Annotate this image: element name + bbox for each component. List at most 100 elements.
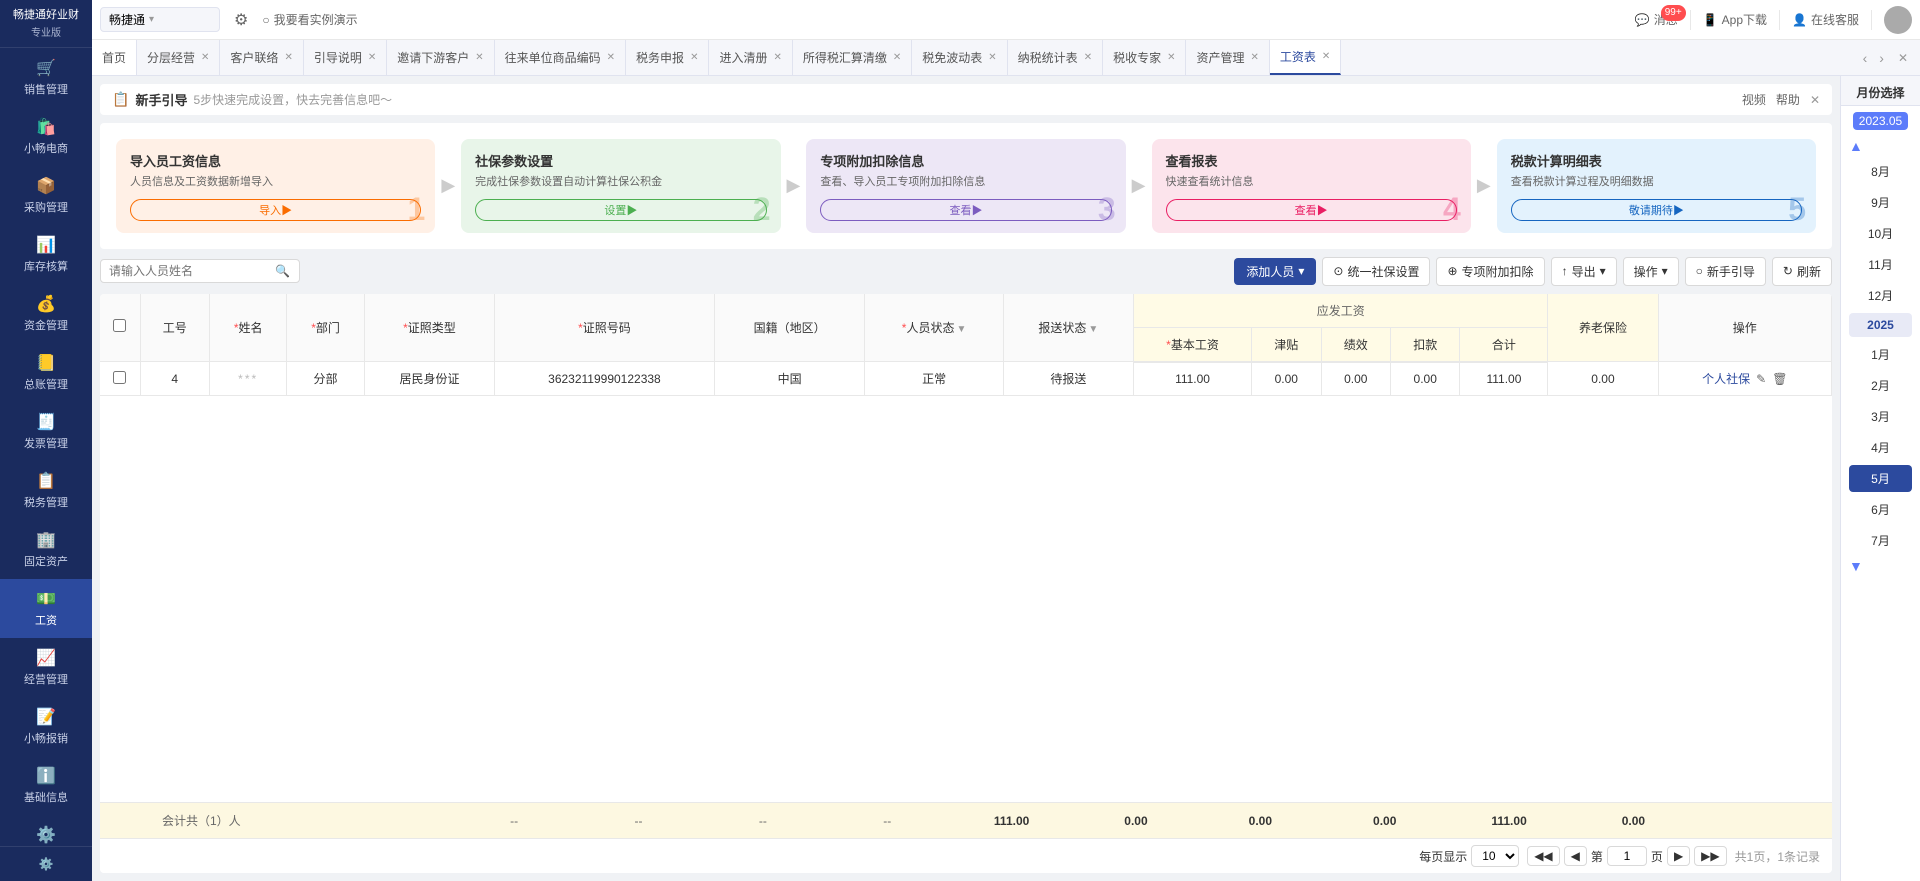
tab-tax-exempt[interactable]: 税免波动表 ✕ [912,40,1007,75]
tab-customer-close[interactable]: ✕ [284,52,292,63]
tab-clearance-close[interactable]: ✕ [773,52,781,63]
step-5-btn[interactable]: 敬请期待▶ [1511,199,1802,221]
sidebar-item-ecommerce[interactable]: 🛍️ 小畅电商 [0,107,92,166]
refresh-btn[interactable]: ↻ 刷新 [1772,257,1832,286]
page-input[interactable] [1607,846,1647,866]
sidebar-settings-btn[interactable]: ⚙️ [0,846,92,881]
select-all-checkbox[interactable] [113,319,126,332]
tab-asset-mgmt[interactable]: 资产管理 ✕ [1186,40,1269,75]
step-2-btn[interactable]: 设置▶ [475,199,766,221]
tab-tier-close[interactable]: ✕ [201,52,209,63]
row-action-social[interactable]: 个人社保 [1702,370,1750,387]
sidebar-item-purchase[interactable]: 📦 采购管理 [0,166,92,225]
month-item-3[interactable]: 3月 [1849,403,1912,430]
tab-tax-stat-close[interactable]: ✕ [1084,52,1092,63]
tab-tax-calc-close[interactable]: ✕ [893,52,901,63]
month-item-2[interactable]: 2月 [1849,372,1912,399]
month-item-12[interactable]: 12月 [1849,282,1912,309]
tab-close-all-btn[interactable]: ✕ [1892,49,1914,67]
row-action-edit[interactable]: ✎ [1756,372,1766,386]
per-page-select[interactable]: 10 20 50 [1471,845,1519,867]
first-page-btn[interactable]: ◀◀ [1527,846,1559,866]
tab-invite-close[interactable]: ✕ [475,52,483,63]
tab-tax-expert-close[interactable]: ✕ [1167,52,1175,63]
tab-clearance[interactable]: 进入清册 ✕ [709,40,792,75]
sidebar-item-basic[interactable]: ℹ️ 基础信息 [0,756,92,815]
sidebar-item-assets[interactable]: 🏢 固定资产 [0,520,92,579]
sidebar-item-finance[interactable]: 💰 资金管理 [0,284,92,343]
month-nav-up-btn[interactable]: ▲ [1849,138,1863,154]
last-page-btn[interactable]: ▶▶ [1694,846,1726,866]
month-item-8[interactable]: 8月 [1849,158,1912,185]
tab-home[interactable]: 首页 [92,40,137,75]
topbar-settings-btn[interactable]: ⚙ [228,8,254,32]
export-btn[interactable]: ↑ 导出 ▾ [1551,257,1617,286]
month-nav-down-btn[interactable]: ▼ [1849,558,1863,574]
month-item-1[interactable]: 1月 [1849,341,1912,368]
company-selector[interactable]: 畅捷通 ▾ [100,7,220,32]
topbar-app-download-btn[interactable]: 📱 App下载 [1703,11,1767,28]
status-filter-icon[interactable]: ▼ [956,324,966,335]
sidebar-item-operation[interactable]: 📈 经营管理 [0,638,92,697]
topbar-msg-btn[interactable]: 💬 消息 99+ [1635,11,1678,28]
tab-tier[interactable]: 分层经营 ✕ [137,40,220,75]
step-3-btn[interactable]: 查看▶ [820,199,1111,221]
table-scroll-area[interactable]: 工号 *姓名 *部门 *证照类型 *证照号码 国籍（地区） *人员状态▼ 报送状… [100,294,1832,803]
sidebar-item-inventory[interactable]: 📊 库存核算 [0,225,92,284]
sidebar-item-payroll[interactable]: 💵 工资 [0,579,92,638]
tab-tax-report-close[interactable]: ✕ [690,52,698,63]
tab-product-code[interactable]: 往来单位商品编码 ✕ [495,40,626,75]
tab-tax-report[interactable]: 税务申报 ✕ [626,40,709,75]
tab-guide[interactable]: 引导说明 ✕ [304,40,387,75]
special-deduction-btn[interactable]: ⊕ 专项附加扣除 [1436,257,1544,286]
guide-close-btn[interactable]: ✕ [1810,93,1820,107]
social-security-btn[interactable]: ⊙ 统一社保设置 [1322,257,1430,286]
sidebar-item-tax[interactable]: 📋 税务管理 [0,461,92,520]
tab-tax-calc[interactable]: 所得税汇算清缴 ✕ [793,40,912,75]
row-action-delete[interactable]: 🗑 [1772,372,1787,386]
month-item-7[interactable]: 7月 [1849,527,1912,554]
tab-customer[interactable]: 客户联络 ✕ [220,40,303,75]
tab-prev-btn[interactable]: ‹ [1859,48,1872,68]
month-item-4[interactable]: 4月 [1849,434,1912,461]
tab-next-btn[interactable]: › [1875,48,1888,68]
row-checkbox[interactable] [113,371,126,384]
sidebar-item-system[interactable]: ⚙️ 系统管理 [0,815,92,846]
user-avatar[interactable] [1884,6,1912,34]
demo-link[interactable]: ○ 我要看实例演示 [262,11,357,28]
sidebar-item-report[interactable]: 📝 小畅报销 [0,697,92,756]
month-item-9[interactable]: 9月 [1849,189,1912,216]
tab-tax-stat[interactable]: 纳税统计表 ✕ [1008,40,1103,75]
sidebar-item-invoice[interactable]: 🧾 发票管理 [0,402,92,461]
guide-video-btn[interactable]: 视频 [1742,91,1766,108]
next-page-btn[interactable]: ▶ [1667,846,1690,866]
prev-page-btn[interactable]: ◀ [1564,846,1587,866]
sidebar-item-ledger[interactable]: 📒 总账管理 [0,343,92,402]
tab-payroll-label: 工资表 [1280,48,1316,65]
tab-invite[interactable]: 邀请下游客户 ✕ [387,40,494,75]
operate-btn[interactable]: 操作 ▾ [1623,257,1679,286]
tab-asset-mgmt-close[interactable]: ✕ [1251,52,1259,63]
guide-help-btn[interactable]: 帮助 [1776,91,1800,108]
step-4-btn[interactable]: 查看▶ [1166,199,1457,221]
add-person-btn[interactable]: 添加人员 ▾ [1234,258,1316,285]
topbar-online-service-btn[interactable]: 👤 在线客服 [1792,11,1859,28]
month-item-11[interactable]: 11月 [1849,251,1912,278]
search-icon[interactable]: 🔍 [275,264,290,278]
month-item-10[interactable]: 10月 [1849,220,1912,247]
tab-product-code-close[interactable]: ✕ [607,52,615,63]
sidebar-item-sales[interactable]: 🛒 销售管理 [0,48,92,107]
tab-tax-exempt-close[interactable]: ✕ [988,52,996,63]
newhand-guide-btn[interactable]: ○ 新手引导 [1685,257,1766,286]
tab-tax-expert[interactable]: 税收专家 ✕ [1103,40,1186,75]
tab-guide-close[interactable]: ✕ [368,52,376,63]
month-nav-down: ▼ [1841,556,1920,576]
report-status-filter-icon[interactable]: ▼ [1088,324,1098,335]
tab-payroll-close[interactable]: ✕ [1322,51,1330,62]
month-item-6[interactable]: 6月 [1849,496,1912,523]
month-item-5[interactable]: 5月 [1849,465,1912,492]
search-input[interactable] [109,264,269,278]
step-arrow-2: ▶ [781,175,807,196]
step-1-btn[interactable]: 导入▶ [130,199,421,221]
tab-payroll[interactable]: 工资表 ✕ [1270,40,1341,75]
